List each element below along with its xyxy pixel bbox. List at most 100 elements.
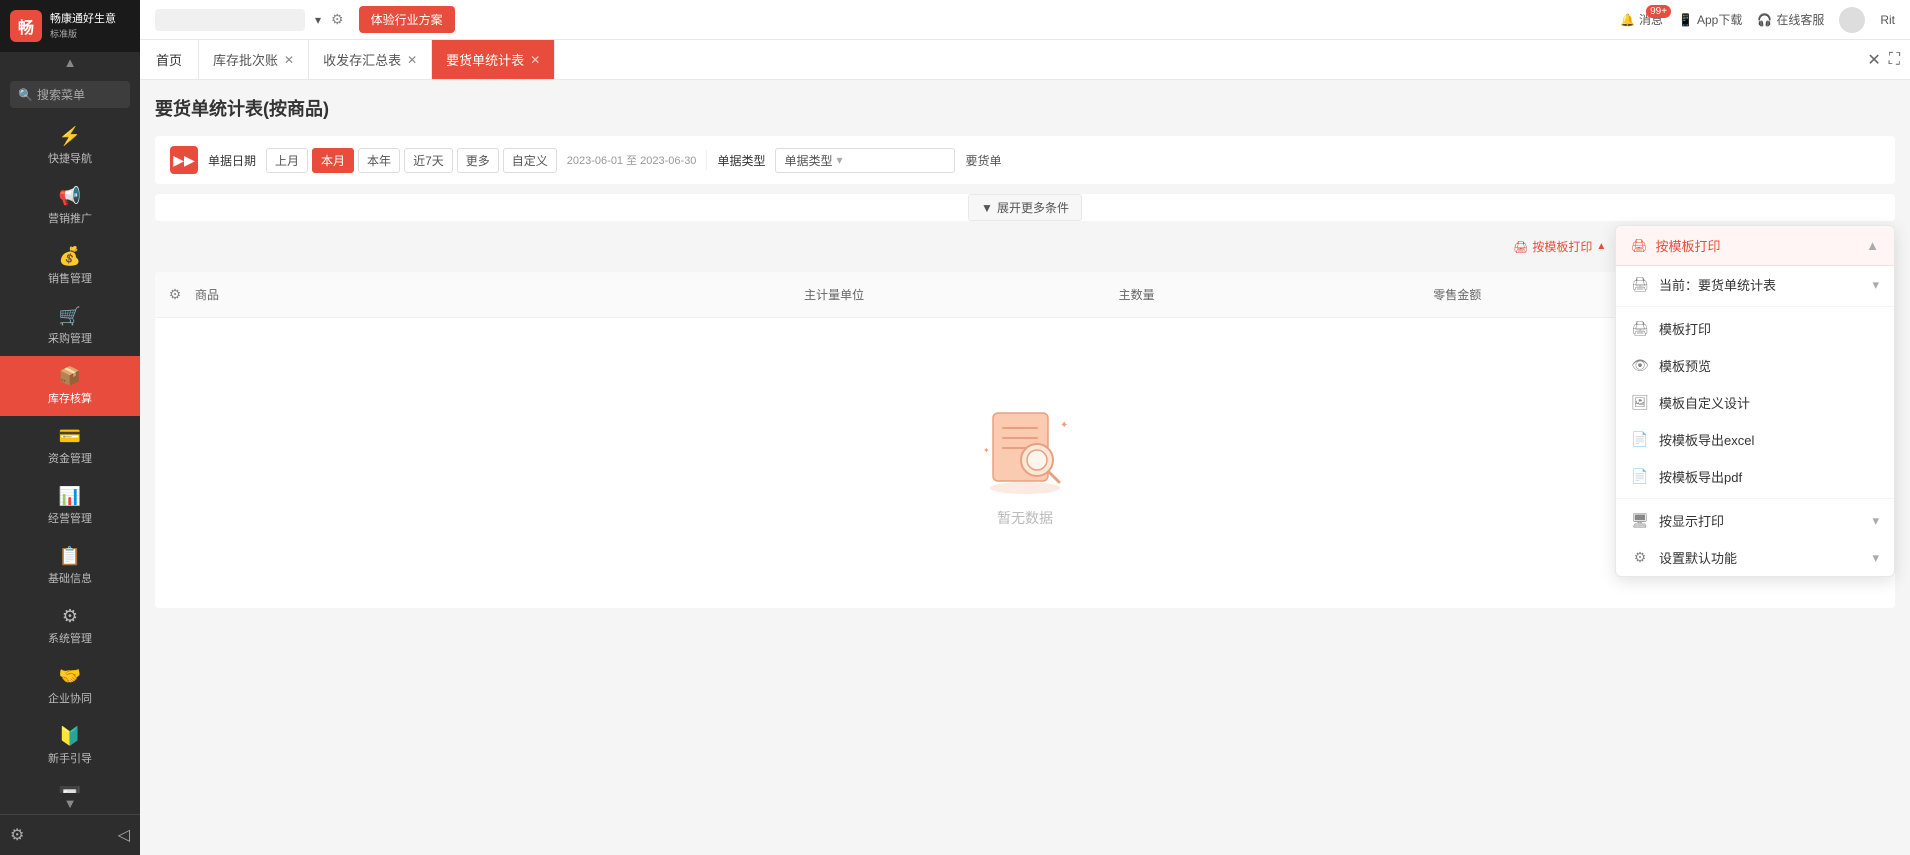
online-service-button[interactable]: 🎧 在线客服 — [1757, 11, 1824, 28]
sales-icon: 💰 — [59, 246, 81, 267]
sidebar: 畅 畅康通好生意 标准版 ▲ 🔍 搜索菜单 ⚡ 快捷导航 📢 营销推广 💰 销售… — [0, 0, 140, 855]
template-print-label: 模板打印 — [1659, 319, 1711, 338]
date-btn-this-year[interactable]: 本年 — [358, 148, 400, 173]
search-menu-label: 搜索菜单 — [37, 86, 85, 103]
expand-more-conditions-button[interactable]: ▼ 展开更多条件 — [968, 194, 1082, 221]
col-header-product: 商品 — [185, 280, 794, 309]
app-download-icon: 📱 — [1678, 13, 1693, 27]
cooperation-icon: 🤝 — [59, 666, 81, 687]
sidebar-item-label: 经营管理 — [48, 510, 92, 526]
sidebar-item-inventory[interactable]: 📦 库存核算 — [0, 356, 140, 416]
export-pdf-label: 按模板导出pdf — [1659, 467, 1742, 486]
sidebar-item-quick-nav[interactable]: ⚡ 快捷导航 — [0, 116, 140, 176]
table-settings-icon[interactable]: ⚙ — [165, 285, 185, 305]
sidebar-item-system[interactable]: ⚙ 系统管理 — [0, 596, 140, 656]
system-icon: ⚙ — [62, 606, 78, 627]
sidebar-item-label: 快捷导航 — [48, 150, 92, 166]
sidebar-nav: ⚡ 快捷导航 📢 营销推广 💰 销售管理 🛒 采购管理 📦 库存核算 💳 资金管… — [0, 116, 140, 793]
display-print-label: 按显示打印 — [1659, 511, 1724, 530]
template-preview-label: 模板预览 — [1659, 356, 1711, 375]
topbar-dropdown-label: ▾ — [315, 13, 321, 27]
sidebar-item-label: 基础信息 — [48, 570, 92, 586]
template-preview-item[interactable]: 👁 模板预览 — [1616, 347, 1894, 384]
empty-illustration: ✦ ✦ — [965, 398, 1085, 498]
tab-order-stats-close[interactable]: ✕ — [530, 53, 540, 67]
export-excel-label: 按模板导出excel — [1659, 430, 1754, 449]
print-dropdown-title-icon: 🖨 — [1631, 238, 1648, 254]
tab-batch-account[interactable]: 库存批次账 ✕ — [199, 40, 309, 79]
template-design-item[interactable]: 🖼 模板自定义设计 — [1616, 384, 1894, 421]
sidebar-item-appstore[interactable]: 🔲 应用中心 — [0, 776, 140, 793]
svg-text:✦: ✦ — [983, 446, 990, 455]
tabbar: 首页 库存批次账 ✕ 收发存汇总表 ✕ 要货单统计表 ✕ ✕ ⛶ — [140, 40, 1910, 80]
app-download-button[interactable]: 📱 App下载 — [1678, 11, 1742, 28]
export-excel-item[interactable]: 📄 按模板导出excel — [1616, 421, 1894, 458]
display-print-item[interactable]: 🖥 按显示打印 ▾ — [1616, 502, 1894, 539]
print-dropdown: 🖨 按模板打印 ▲ 🖨 当前：要货单统计表 ▾ 🖨 模板打印 👁 模板预览 — [1615, 225, 1895, 577]
sidebar-item-marketing[interactable]: 📢 营销推广 — [0, 176, 140, 236]
current-print-icon: 🖨 — [1631, 276, 1649, 293]
page-content: 要货单统计表(按商品) ▶▶ 单据日期 上月 本月 本年 近7天 更多 自定义 … — [140, 80, 1910, 855]
app-logo: 畅 畅康通好生意 标准版 — [0, 0, 140, 52]
avatar — [1839, 7, 1865, 33]
online-service-label: 在线客服 — [1776, 11, 1824, 28]
settings-bottom-button[interactable]: ⚙ — [10, 825, 24, 845]
main-area: ▾ ⚙ 体验行业方案 🔔 消息 99+ 📱 App下载 🎧 在线客服 Rit 首… — [140, 0, 1910, 855]
print-current-item[interactable]: 🖨 当前：要货单统计表 ▾ — [1616, 266, 1894, 303]
tab-collection-summary[interactable]: 收发存汇总表 ✕ — [309, 40, 432, 79]
tab-home-label: 首页 — [156, 50, 182, 69]
close-tab-button[interactable]: ✕ — [1867, 50, 1880, 70]
tab-home[interactable]: 首页 — [140, 40, 199, 79]
messages-button[interactable]: 🔔 消息 99+ — [1620, 11, 1663, 28]
sidebar-item-purchase[interactable]: 🛒 采购管理 — [0, 296, 140, 356]
print-template-button[interactable]: 🖨 按模板打印 ▲ — [1513, 238, 1606, 255]
topbar-gear-icon[interactable]: ⚙ — [331, 11, 344, 28]
col-header-unit: 主计量单位 — [794, 280, 1109, 309]
trial-industry-button[interactable]: 体验行业方案 — [359, 6, 455, 33]
collapse-sidebar-button[interactable]: ◁ — [118, 825, 130, 845]
sidebar-item-operation[interactable]: 📊 经营管理 — [0, 476, 140, 536]
tab-collection-summary-label: 收发存汇总表 — [323, 50, 401, 69]
expand-tab-button[interactable]: ⛶ — [1889, 51, 1900, 69]
date-btn-custom[interactable]: 自定义 — [503, 148, 557, 173]
set-default-item[interactable]: ⚙ 设置默认功能 ▾ — [1616, 539, 1894, 576]
sidebar-item-finance[interactable]: 💳 资金管理 — [0, 416, 140, 476]
messages-badge: 99+ — [1646, 5, 1671, 18]
topbar-dropdown[interactable]: ▾ — [315, 13, 321, 27]
sidebar-scroll-up[interactable]: ▲ — [0, 52, 140, 73]
quick-nav-icon: ⚡ — [59, 126, 81, 147]
expand-more-label: 展开更多条件 — [997, 199, 1069, 216]
filter-bar: ▶▶ 单据日期 上月 本月 本年 近7天 更多 自定义 2023-06-01 至… — [155, 136, 1895, 184]
template-print-item[interactable]: 🖨 模板打印 — [1616, 310, 1894, 347]
sidebar-item-label: 资金管理 — [48, 450, 92, 466]
tab-batch-account-close[interactable]: ✕ — [284, 53, 294, 67]
sidebar-item-cooperation[interactable]: 🤝 企业协同 — [0, 656, 140, 716]
sidebar-scroll-down[interactable]: ▼ — [0, 793, 140, 814]
export-pdf-item[interactable]: 📄 按模板导出pdf — [1616, 458, 1894, 495]
newbie-icon: 🔰 — [59, 726, 81, 747]
date-buttons-group: 上月 本月 本年 近7天 更多 自定义 — [266, 148, 557, 173]
sidebar-item-newbie[interactable]: 🔰 新手引导 — [0, 716, 140, 776]
display-print-icon: 🖥 — [1631, 512, 1649, 529]
tab-order-stats[interactable]: 要货单统计表 ✕ — [432, 40, 555, 79]
topbar-search-input[interactable] — [155, 9, 305, 31]
date-btn-last-month[interactable]: 上月 — [266, 148, 308, 173]
sidebar-item-label: 系统管理 — [48, 630, 92, 646]
date-btn-more[interactable]: 更多 — [457, 148, 499, 173]
sidebar-item-sales[interactable]: 💰 销售管理 — [0, 236, 140, 296]
print-dropdown-title: 🖨 按模板打印 — [1631, 236, 1721, 255]
search-menu-button[interactable]: 🔍 搜索菜单 — [10, 81, 130, 108]
print-dropdown-close-icon[interactable]: ▲ — [1866, 238, 1879, 253]
date-btn-this-month[interactable]: 本月 — [312, 148, 354, 173]
filter-expand-button[interactable]: ▶▶ — [170, 146, 198, 174]
type-filter-select[interactable]: 单据类型 ▾ — [775, 148, 955, 173]
date-btn-7days[interactable]: 近7天 — [404, 148, 453, 173]
tab-collection-summary-close[interactable]: ✕ — [407, 53, 417, 67]
expand-icon: ▼ — [981, 201, 993, 215]
tabbar-right: ✕ ⛶ — [1867, 50, 1910, 70]
sidebar-item-label: 营销推广 — [48, 210, 92, 226]
col-header-qty: 主数量 — [1109, 280, 1424, 309]
page-title: 要货单统计表(按商品) — [155, 95, 1895, 121]
date-filter-label: 单据日期 — [208, 152, 256, 169]
sidebar-item-basic[interactable]: 📋 基础信息 — [0, 536, 140, 596]
